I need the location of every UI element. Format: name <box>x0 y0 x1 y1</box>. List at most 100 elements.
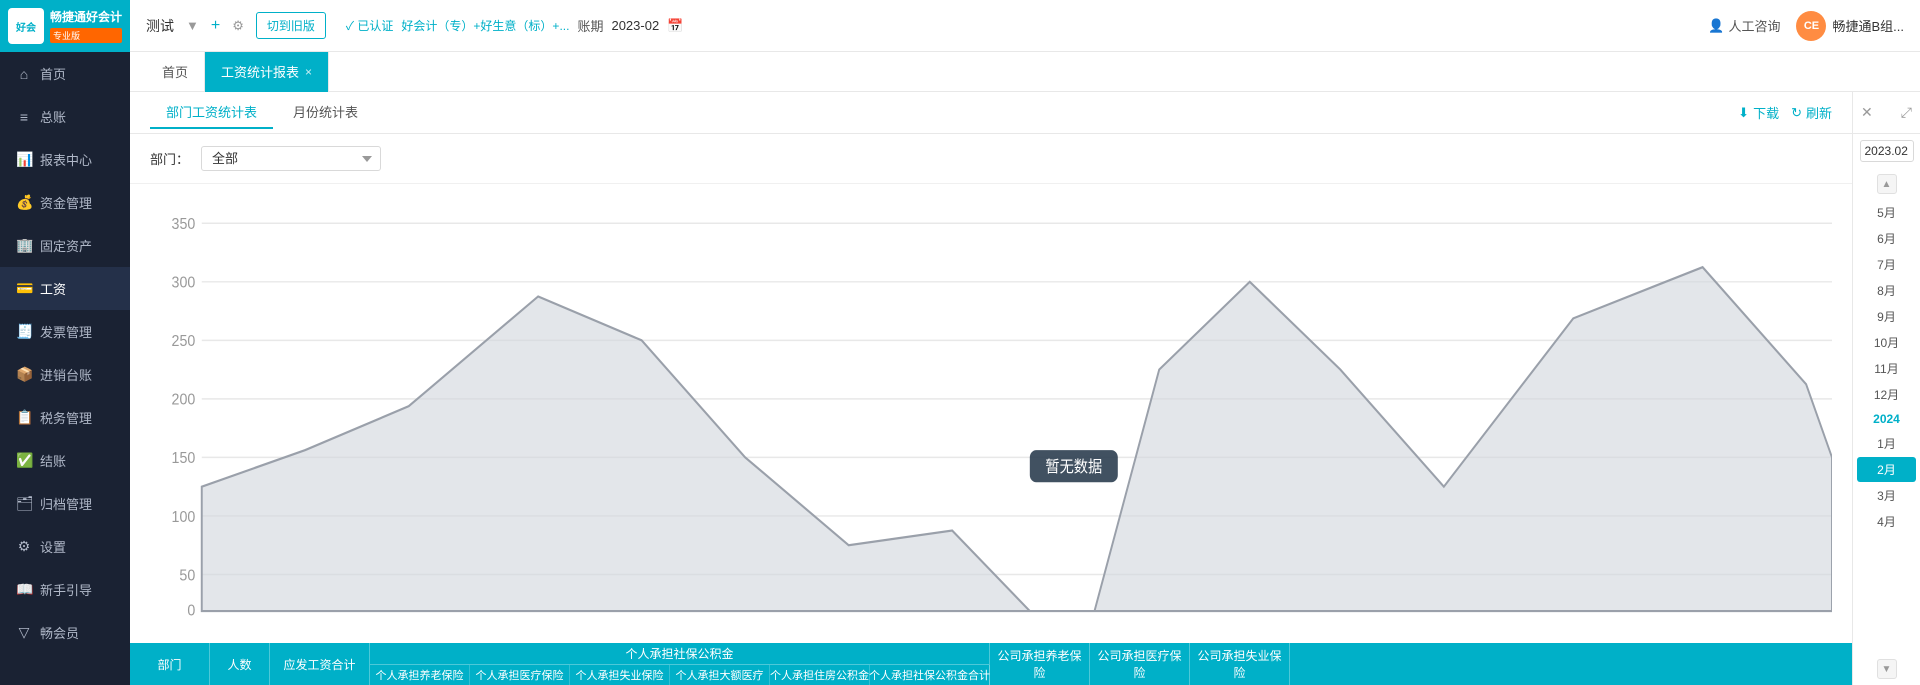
sidebar-item-archive[interactable]: 🗂 归档管理 <box>0 482 130 525</box>
month-item-12[interactable]: 12月 <box>1857 382 1916 407</box>
sub-tab-month[interactable]: 月份统计表 <box>277 96 374 129</box>
avatar: CE <box>1796 11 1826 41</box>
month-item-8[interactable]: 8月 <box>1857 278 1916 303</box>
tab-salary-report[interactable]: 工资统计报表 × <box>205 52 329 92</box>
month-item-11[interactable]: 11月 <box>1857 356 1916 381</box>
month-item-3[interactable]: 3月 <box>1857 483 1916 508</box>
col-count: 人数 <box>210 643 270 685</box>
col-dept: 部门 <box>130 643 210 685</box>
col-total-salary: 应发工资合计 <box>270 643 370 685</box>
switch-old-version-button[interactable]: 切到旧版 <box>256 12 326 39</box>
sidebar: 好会 畅捷通好会计 专业版 ⌂ 首页 ≡ 总账 📊 报表中心 💰 资金管理 🏢 … <box>0 0 130 685</box>
side-panel-header: ✕ ⤢ <box>1853 92 1920 134</box>
guide-icon: 📖 <box>16 581 32 598</box>
chart-area: 350 300 250 200 150 100 50 0 暂无数据 <box>130 184 1852 643</box>
col-personal-large-medical: 个人承担大额医疗 <box>670 665 770 685</box>
refresh-button[interactable]: ↻ 刷新 <box>1791 103 1832 122</box>
logo-icon: 好会 <box>8 8 44 44</box>
col-personal-medical: 个人承担医疗保险 <box>470 665 570 685</box>
svg-text:100: 100 <box>172 508 196 526</box>
member-icon: ▽ <box>16 624 32 641</box>
sidebar-logo: 好会 畅捷通好会计 专业版 <box>0 0 130 52</box>
month-item-9[interactable]: 9月 <box>1857 304 1916 329</box>
download-icon: ⬇ <box>1738 105 1749 121</box>
side-month-list: 5月 6月 7月 8月 9月 10月 11月 12月 2024 1月 2月 3月… <box>1853 200 1920 653</box>
report-icon: 📊 <box>16 151 32 168</box>
svg-text:300: 300 <box>172 274 196 292</box>
col-group-personal: 个人承担社保公积金 个人承担养老保险 个人承担医疗保险 个人承担失业保险 个人承… <box>370 643 990 685</box>
download-button[interactable]: ⬇ 下载 <box>1738 103 1779 122</box>
period-label: 账期 <box>577 16 603 35</box>
side-nav-down-button[interactable]: ▼ <box>1877 659 1897 679</box>
col-company-medical: 公司承担医疗保险 <box>1090 643 1190 685</box>
refresh-icon: ↻ <box>1791 105 1802 121</box>
col-group-personal-cells: 个人承担养老保险 个人承担医疗保险 个人承担失业保险 个人承担大额医疗 个人承担… <box>370 665 989 685</box>
topbar: 测试 ▼ + ⚙ 切到旧版 ✓ 已认证 好会计（专）+好生意（标）+... 账期… <box>130 0 1920 52</box>
sidebar-item-tax[interactable]: 📋 税务管理 <box>0 396 130 439</box>
col-company-unemployment: 公司承担失业保险 <box>1190 643 1290 685</box>
topbar-dropdown-arrow[interactable]: ▼ <box>186 18 199 33</box>
user-area[interactable]: CE 畅捷通B组... <box>1796 11 1904 41</box>
content-area: 部门工资统计表 月份统计表 ⬇ 下载 ↻ 刷新 部门： 全部 <box>130 92 1920 685</box>
sidebar-item-stock[interactable]: 📦 进销台账 <box>0 353 130 396</box>
fund-icon: 💰 <box>16 194 32 211</box>
sidebar-item-invoice[interactable]: 🧾 发票管理 <box>0 310 130 353</box>
sub-tab-dept[interactable]: 部门工资统计表 <box>150 96 273 129</box>
svg-text:350: 350 <box>172 215 196 233</box>
svg-text:暂无数据: 暂无数据 <box>1045 458 1102 476</box>
side-panel-expand-icon[interactable]: ⤢ <box>1901 104 1912 121</box>
dept-filter-label: 部门： <box>150 149 189 168</box>
ledger-icon: ≡ <box>16 109 32 125</box>
tabbar: 首页 工资统计报表 × <box>130 52 1920 92</box>
tab-home[interactable]: 首页 <box>146 52 205 92</box>
sub-tabbar: 部门工资统计表 月份统计表 ⬇ 下载 ↻ 刷新 <box>130 92 1852 134</box>
topbar-settings-icon[interactable]: ⚙ <box>232 18 244 34</box>
topbar-status: ✓ 已认证 好会计（专）+好生意（标）+... 账期 2023-02 📅 <box>346 16 683 35</box>
month-item-10[interactable]: 10月 <box>1857 330 1916 355</box>
settings-icon: ⚙ <box>16 538 32 555</box>
side-panel-close-icon[interactable]: ✕ <box>1861 104 1873 121</box>
month-item-2[interactable]: 2月 <box>1857 457 1916 482</box>
sidebar-item-ledger[interactable]: ≡ 总账 <box>0 95 130 138</box>
sidebar-item-checkout[interactable]: ✅ 结账 <box>0 439 130 482</box>
topbar-right: 👤 人工咨询 CE 畅捷通B组... <box>1708 11 1904 41</box>
svg-text:50: 50 <box>179 567 195 585</box>
sidebar-item-home[interactable]: ⌂ 首页 <box>0 52 130 95</box>
invoice-icon: 🧾 <box>16 323 32 340</box>
dept-filter-select[interactable]: 全部 销售部 财务部 技术部 行政部 <box>201 146 381 171</box>
sidebar-item-settings[interactable]: ⚙ 设置 <box>0 525 130 568</box>
month-item-1[interactable]: 1月 <box>1857 431 1916 456</box>
svg-text:150: 150 <box>172 449 196 467</box>
sidebar-item-fund[interactable]: 💰 资金管理 <box>0 181 130 224</box>
calendar-icon[interactable]: 📅 <box>667 18 683 34</box>
content-main: 部门工资统计表 月份统计表 ⬇ 下载 ↻ 刷新 部门： 全部 <box>130 92 1852 685</box>
tab-close-icon[interactable]: × <box>305 65 312 79</box>
sidebar-item-salary[interactable]: 💳 工资 <box>0 267 130 310</box>
col-personal-pension: 个人承担养老保险 <box>370 665 470 685</box>
month-item-5[interactable]: 5月 <box>1857 200 1916 225</box>
year-input[interactable] <box>1860 140 1914 162</box>
sidebar-item-guide[interactable]: 📖 新手引导 <box>0 568 130 611</box>
svg-text:200: 200 <box>172 391 196 409</box>
col-group-personal-label: 个人承担社保公积金 <box>370 643 989 665</box>
side-nav-up-button[interactable]: ▲ <box>1877 174 1897 194</box>
sidebar-item-member[interactable]: ▽ 畅会员 <box>0 611 130 654</box>
month-item-4[interactable]: 4月 <box>1857 509 1916 534</box>
tax-icon: 📋 <box>16 409 32 426</box>
assets-icon: 🏢 <box>16 237 32 254</box>
side-nav-down-area: ▼ <box>1853 653 1920 685</box>
table-footer: 部门 人数 应发工资合计 个人承担社保公积金 个人承担养老保险 个人承担医疗保险… <box>130 643 1852 685</box>
month-item-7[interactable]: 7月 <box>1857 252 1916 277</box>
side-panel: ✕ ⤢ ▲ 5月 6月 7月 8月 9月 10月 11月 12月 2024 1月… <box>1852 92 1920 685</box>
year-2024-label: 2024 <box>1857 408 1916 430</box>
sidebar-item-report[interactable]: 📊 报表中心 <box>0 138 130 181</box>
svg-text:0: 0 <box>187 602 195 620</box>
status-tags: 好会计（专）+好生意（标）+... <box>401 17 569 34</box>
topbar-add-button[interactable]: + <box>211 17 220 35</box>
sidebar-item-assets[interactable]: 🏢 固定资产 <box>0 224 130 267</box>
stock-icon: 📦 <box>16 366 32 383</box>
help-button[interactable]: 👤 人工咨询 <box>1708 16 1780 35</box>
help-icon: 👤 <box>1708 18 1724 34</box>
month-item-6[interactable]: 6月 <box>1857 226 1916 251</box>
sidebar-nav: ⌂ 首页 ≡ 总账 📊 报表中心 💰 资金管理 🏢 固定资产 💳 工资 🧾 发票… <box>0 52 130 685</box>
